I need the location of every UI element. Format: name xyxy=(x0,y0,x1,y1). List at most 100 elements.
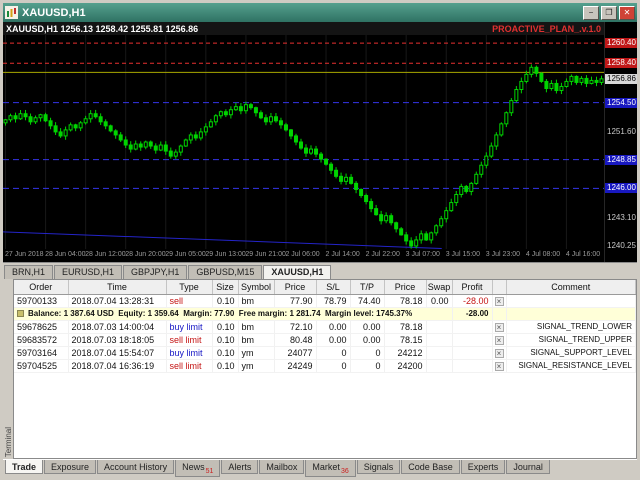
column-header-s-l[interactable]: S/L xyxy=(316,280,351,295)
maximize-button[interactable]: ❐ xyxy=(601,5,617,20)
terminal-tab-market[interactable]: Market36 xyxy=(305,460,356,477)
close-button[interactable]: ✕ xyxy=(619,5,635,20)
terminal-empty-area xyxy=(14,372,636,459)
column-header-close[interactable] xyxy=(492,280,507,295)
tab-badge: 36 xyxy=(340,468,349,475)
stop-loss: 78.79 xyxy=(316,294,351,308)
chart-tab-gbpusd-m15[interactable]: GBPUSD,M15 xyxy=(188,265,263,279)
take-profit: 0.00 xyxy=(350,320,385,334)
close-order-button[interactable]: × xyxy=(494,296,504,306)
time-axis-label: 3 Jul 07:00 xyxy=(405,251,440,258)
price-axis-label: 1256.86 xyxy=(605,73,637,84)
symbol: bm xyxy=(238,320,275,334)
column-header-comment[interactable]: Comment xyxy=(506,280,636,295)
current-price: 78.18 xyxy=(384,294,427,308)
time-axis-label: 3 Jul 23:00 xyxy=(485,251,521,258)
terminal-tab-mailbox[interactable]: Mailbox xyxy=(259,460,305,475)
current-price: 24212 xyxy=(384,346,427,360)
order-comment: SIGNAL_RESISTANCE_LEVEL xyxy=(506,359,636,373)
column-header-size[interactable]: Size xyxy=(212,280,239,295)
time-axis-label: 28 Jun 04:00 xyxy=(45,251,86,258)
column-header-swap[interactable]: Swap xyxy=(426,280,453,295)
order-row[interactable]: 59700133 2018.07.04 13:28:31 sell 0.10 bm 77.… xyxy=(14,294,636,308)
time-axis-label: 29 Jun 21:00 xyxy=(245,251,286,258)
profit xyxy=(452,320,493,334)
chart-tab-eurusd-h1[interactable]: EURUSD,H1 xyxy=(54,265,123,279)
expert-advisor-name: PROACTIVE_PLAN_.v.1.0 xyxy=(492,23,601,34)
open-price: 72.10 xyxy=(274,320,317,334)
price-axis-label: 1251.60 xyxy=(607,126,636,136)
price-axis-label: 1246.00 xyxy=(605,183,637,194)
open-price: 80.48 xyxy=(274,333,317,347)
open-time: 2018.07.03 14:00:04 xyxy=(68,320,167,334)
order-id: 59703164 xyxy=(14,346,69,360)
profit xyxy=(452,359,493,373)
trade-panel: Order Time Type Size Symbol Price S/L T/P Price S… xyxy=(13,279,637,460)
time-axis-row: 27 Jun 2018 28 Jun 04:00 28 Jun 12:00 28 Ju… xyxy=(3,249,637,262)
order-id: 59700133 xyxy=(14,294,69,308)
chart-tab-xauusd-h1[interactable]: XAUUSD,H1 xyxy=(263,265,332,279)
close-order-button[interactable]: × xyxy=(494,322,504,332)
order-row[interactable]: 59703164 2018.07.04 15:54:07 buy limit 0.10… xyxy=(14,346,636,360)
time-axis-label: 28 Jun 12:00 xyxy=(85,251,126,258)
candlestick-chart[interactable] xyxy=(3,35,604,249)
terminal-tab-account-history[interactable]: Account History xyxy=(97,460,175,475)
swap xyxy=(426,333,453,347)
column-header-t-p[interactable]: T/P xyxy=(350,280,385,295)
symbol: bm xyxy=(238,333,275,347)
terminal-tab-news[interactable]: News51 xyxy=(175,460,221,477)
order-comment: SIGNAL_TREND_LOWER xyxy=(506,320,636,334)
column-header-price[interactable]: Price xyxy=(384,280,427,295)
order-id: 59683572 xyxy=(14,333,69,347)
chart-tab-gbpjpy-h1[interactable]: GBPJPY,H1 xyxy=(123,265,188,279)
column-header-profit[interactable]: Profit xyxy=(452,280,493,295)
chart-titlebar: XAUUSD,H1 1256.13 1258.42 1255.81 1256.8… xyxy=(3,22,604,35)
time-axis-label: 2 Jul 22:00 xyxy=(365,251,400,258)
terminal-tab-exposure[interactable]: Exposure xyxy=(44,460,97,475)
stop-loss: 0 xyxy=(316,359,351,373)
symbol: ym xyxy=(238,346,275,360)
balance-icon xyxy=(17,310,24,317)
order-id: 59704525 xyxy=(14,359,69,373)
close-order-button[interactable]: × xyxy=(494,361,504,371)
column-header-order[interactable]: Order xyxy=(14,280,69,295)
column-header-time[interactable]: Time xyxy=(68,280,167,295)
order-row[interactable]: 59678625 2018.07.03 14:00:04 buy limit 0.10… xyxy=(14,320,636,334)
chart-ohlc-title: XAUUSD,H1 1256.13 1258.42 1255.81 1256.8… xyxy=(6,23,199,34)
column-header-type[interactable]: Type xyxy=(166,280,213,295)
current-price: 78.15 xyxy=(384,333,427,347)
time-axis-label: 3 Jul 15:00 xyxy=(445,251,480,258)
order-type: buy limit xyxy=(166,320,213,334)
open-time: 2018.07.04 13:28:31 xyxy=(68,294,167,308)
chart-tab-brn-h1[interactable]: BRN,H1 xyxy=(4,265,54,279)
time-axis[interactable]: 27 Jun 2018 28 Jun 04:00 28 Jun 12:00 28 Ju… xyxy=(3,249,604,262)
swap xyxy=(426,346,453,360)
profit xyxy=(452,333,493,347)
price-axis-label: 1248.85 xyxy=(605,154,637,165)
price-axis[interactable]: 1260.40 1258.40 1256.86 1254.50 1251.60 1248.… xyxy=(604,22,637,250)
terminal-tab-code-base[interactable]: Code Base xyxy=(401,460,460,475)
mt4-window: XAUUSD,H1 − ❐ ✕ XAUUSD,H1 1256.13 1258.4… xyxy=(0,0,640,480)
minimize-button[interactable]: − xyxy=(583,5,599,20)
column-header-price[interactable]: Price xyxy=(274,280,317,295)
close-order-button[interactable]: × xyxy=(494,348,504,358)
time-axis-label: 4 Jul 16:00 xyxy=(565,251,601,258)
order-type: sell limit xyxy=(166,359,213,373)
balance-summary: Balance: 1 387.64 USD Equity: 1 359.64 M… xyxy=(28,309,413,318)
terminal-tab-experts[interactable]: Experts xyxy=(460,460,506,475)
terminal-tab-signals[interactable]: Signals xyxy=(356,460,401,475)
terminal-tab-alerts[interactable]: Alerts xyxy=(221,460,259,475)
order-row[interactable]: 59704525 2018.07.04 16:36:19 sell limit 0.1… xyxy=(14,359,636,373)
terminal-caption-strip: Terminal xyxy=(3,279,13,460)
order-row[interactable]: 59683572 2018.07.03 18:18:05 sell limit 0.1… xyxy=(14,333,636,347)
terminal-tab-trade[interactable]: Trade xyxy=(5,460,44,475)
close-order-button[interactable]: × xyxy=(494,335,504,345)
column-header-symbol[interactable]: Symbol xyxy=(238,280,275,295)
volume: 0.10 xyxy=(212,294,239,308)
open-price: 24249 xyxy=(274,359,317,373)
time-axis-label: 28 Jun 20:00 xyxy=(125,251,166,258)
balance-row[interactable]: Balance: 1 387.64 USD Equity: 1 359.64 M… xyxy=(14,307,636,321)
total-profit: -28.00 xyxy=(452,307,493,321)
stop-loss: 0.00 xyxy=(316,320,351,334)
terminal-tab-journal[interactable]: Journal xyxy=(506,460,550,475)
